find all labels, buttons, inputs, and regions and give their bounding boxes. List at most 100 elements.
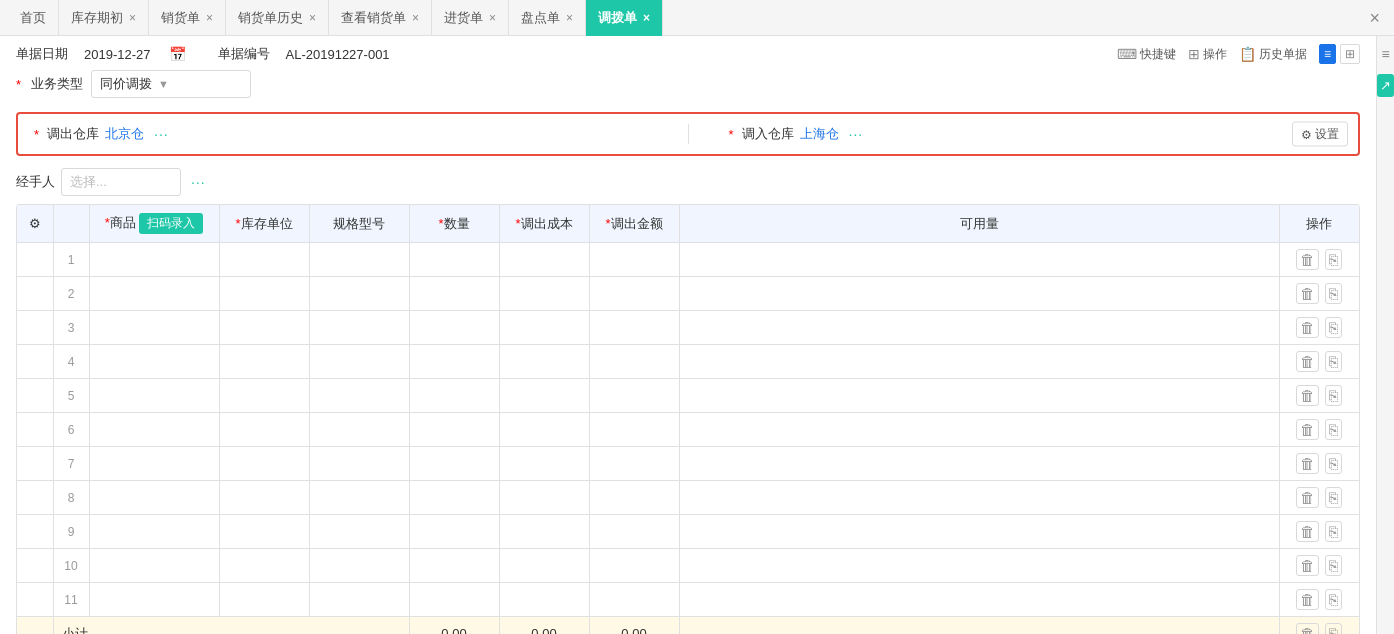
warehouse-out-more-button[interactable]: ···: [154, 126, 169, 142]
row-product-cell[interactable]: [89, 243, 219, 277]
row-amount-cell[interactable]: [589, 447, 679, 481]
row-product-cell[interactable]: [89, 379, 219, 413]
tab-sales-history[interactable]: 销货单历史 ×: [226, 0, 329, 36]
row-spec-cell[interactable]: [309, 515, 409, 549]
warehouse-in-value[interactable]: 上海仓: [800, 125, 839, 143]
copy-icon[interactable]: ⎘: [1325, 453, 1342, 474]
copy-icon[interactable]: ⎘: [1325, 385, 1342, 406]
row-product-cell[interactable]: [89, 447, 219, 481]
row-cost-cell[interactable]: [499, 243, 589, 277]
handler-more-button[interactable]: ···: [191, 174, 206, 190]
row-spec-cell[interactable]: [309, 311, 409, 345]
row-amount-cell[interactable]: [589, 345, 679, 379]
delete-icon[interactable]: 🗑: [1296, 249, 1319, 270]
row-cost-cell[interactable]: [499, 481, 589, 515]
row-amount-cell[interactable]: [589, 515, 679, 549]
delete-icon[interactable]: 🗑: [1296, 317, 1319, 338]
copy-icon[interactable]: ⎘: [1325, 589, 1342, 610]
delete-icon[interactable]: 🗑: [1296, 487, 1319, 508]
delete-icon[interactable]: 🗑: [1296, 419, 1319, 440]
tab-home[interactable]: 首页: [8, 0, 59, 36]
row-cost-cell[interactable]: [499, 447, 589, 481]
row-product-cell[interactable]: [89, 583, 219, 617]
row-product-cell[interactable]: [89, 345, 219, 379]
row-cost-cell[interactable]: [499, 277, 589, 311]
tab-sales-order[interactable]: 销货单 ×: [149, 0, 226, 36]
row-unit-cell[interactable]: [219, 447, 309, 481]
delete-icon[interactable]: 🗑: [1296, 283, 1319, 304]
tab-view-sales[interactable]: 查看销货单 ×: [329, 0, 432, 36]
row-amount-cell[interactable]: [589, 481, 679, 515]
copy-icon[interactable]: ⎘: [1325, 249, 1342, 270]
tab-sales-order-close[interactable]: ×: [206, 11, 213, 25]
sidebar-export-icon[interactable]: ↗: [1377, 74, 1394, 97]
row-qty-cell[interactable]: [409, 515, 499, 549]
warehouse-out-value[interactable]: 北京仓: [105, 125, 144, 143]
row-qty-cell[interactable]: [409, 345, 499, 379]
row-unit-cell[interactable]: [219, 413, 309, 447]
list-view-button[interactable]: ≡: [1319, 44, 1336, 64]
row-spec-cell[interactable]: [309, 583, 409, 617]
doc-date-value[interactable]: 2019-12-27: [84, 47, 151, 62]
row-product-cell[interactable]: [89, 515, 219, 549]
grid-view-button[interactable]: ⊞: [1340, 44, 1360, 64]
row-unit-cell[interactable]: [219, 243, 309, 277]
row-spec-cell[interactable]: [309, 243, 409, 277]
row-cost-cell[interactable]: [499, 413, 589, 447]
row-spec-cell[interactable]: [309, 345, 409, 379]
operation-button[interactable]: ⊞ 操作: [1188, 46, 1227, 63]
business-type-select[interactable]: 同价调拨 ▼: [91, 70, 251, 98]
tab-view-sales-close[interactable]: ×: [412, 11, 419, 25]
row-unit-cell[interactable]: [219, 345, 309, 379]
row-cost-cell[interactable]: [499, 379, 589, 413]
tab-inventory-check-close[interactable]: ×: [566, 11, 573, 25]
calendar-icon[interactable]: 📅: [169, 46, 186, 62]
copy-icon[interactable]: ⎘: [1325, 351, 1342, 372]
delete-icon[interactable]: 🗑: [1296, 453, 1319, 474]
row-spec-cell[interactable]: [309, 277, 409, 311]
history-button[interactable]: 📋 历史单据: [1239, 46, 1307, 63]
delete-icon[interactable]: 🗑: [1296, 521, 1319, 542]
col-settings-header[interactable]: ⚙: [17, 205, 53, 243]
row-cost-cell[interactable]: [499, 515, 589, 549]
row-spec-cell[interactable]: [309, 447, 409, 481]
tab-inventory-check[interactable]: 盘点单 ×: [509, 0, 586, 36]
row-product-cell[interactable]: [89, 311, 219, 345]
row-amount-cell[interactable]: [589, 277, 679, 311]
row-amount-cell[interactable]: [589, 549, 679, 583]
subtotal-copy-icon[interactable]: ⎘: [1325, 623, 1342, 634]
tab-purchase-order-close[interactable]: ×: [489, 11, 496, 25]
copy-icon[interactable]: ⎘: [1325, 317, 1342, 338]
row-qty-cell[interactable]: [409, 311, 499, 345]
row-unit-cell[interactable]: [219, 277, 309, 311]
sidebar-list-icon[interactable]: ≡: [1381, 46, 1389, 62]
tab-inventory-init-close[interactable]: ×: [129, 11, 136, 25]
row-spec-cell[interactable]: [309, 549, 409, 583]
row-cost-cell[interactable]: [499, 345, 589, 379]
row-qty-cell[interactable]: [409, 243, 499, 277]
row-amount-cell[interactable]: [589, 243, 679, 277]
row-unit-cell[interactable]: [219, 549, 309, 583]
tab-sales-history-close[interactable]: ×: [309, 11, 316, 25]
row-unit-cell[interactable]: [219, 481, 309, 515]
row-qty-cell[interactable]: [409, 413, 499, 447]
copy-icon[interactable]: ⎘: [1325, 419, 1342, 440]
tab-transfer-order-close[interactable]: ×: [643, 11, 650, 25]
delete-icon[interactable]: 🗑: [1296, 555, 1319, 576]
delete-icon[interactable]: 🗑: [1296, 351, 1319, 372]
row-amount-cell[interactable]: [589, 311, 679, 345]
row-product-cell[interactable]: [89, 549, 219, 583]
row-spec-cell[interactable]: [309, 413, 409, 447]
row-qty-cell[interactable]: [409, 379, 499, 413]
copy-icon[interactable]: ⎘: [1325, 521, 1342, 542]
copy-icon[interactable]: ⎘: [1325, 555, 1342, 576]
row-spec-cell[interactable]: [309, 481, 409, 515]
row-qty-cell[interactable]: [409, 447, 499, 481]
handler-select[interactable]: 选择...: [61, 168, 181, 196]
copy-icon[interactable]: ⎘: [1325, 283, 1342, 304]
scan-barcode-button[interactable]: 扫码录入: [139, 213, 203, 234]
tab-inventory-init[interactable]: 库存期初 ×: [59, 0, 149, 36]
subtotal-delete-icon[interactable]: 🗑: [1296, 623, 1319, 634]
warehouse-settings-button[interactable]: ⚙ 设置: [1292, 122, 1348, 147]
row-cost-cell[interactable]: [499, 549, 589, 583]
